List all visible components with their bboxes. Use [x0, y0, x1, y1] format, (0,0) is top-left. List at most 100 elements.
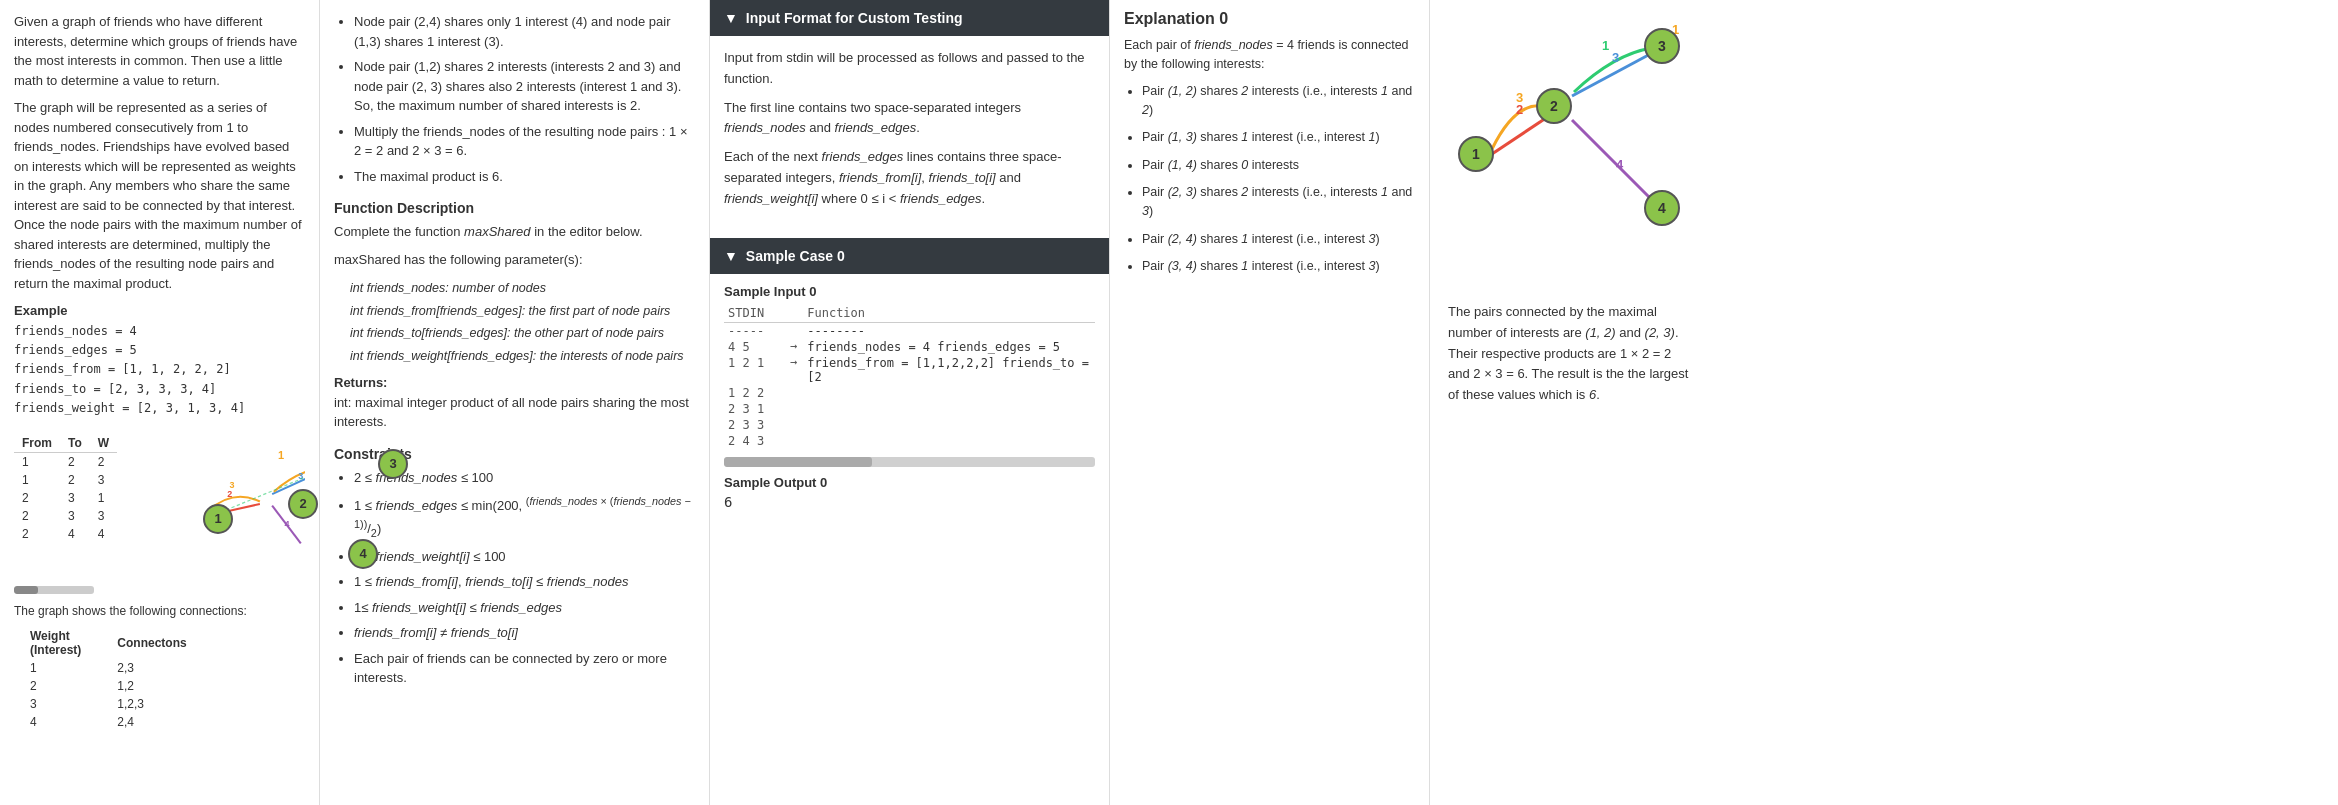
- sample-case-title: Sample Case 0: [746, 248, 845, 264]
- explanation-column: Explanation 0 Each pair of friends_nodes…: [1110, 0, 1430, 805]
- large-graph-node-2: 2: [1536, 88, 1572, 124]
- list-item: Pair (1, 3) shares 1 interest (i.e., int…: [1142, 128, 1415, 147]
- explanation-title: Explanation 0: [1110, 0, 1429, 36]
- weight-table: Weight(Interest) Connectons 12,3 21,2 31…: [14, 626, 203, 732]
- sample-triangle-icon: ▼: [724, 248, 738, 264]
- function-desc: Complete the function maxShared in the e…: [334, 222, 695, 242]
- list-item: 42,4: [16, 714, 201, 730]
- scroll-thumb[interactable]: [14, 586, 38, 594]
- input-format-body: Input from stdin will be processed as fo…: [710, 36, 1109, 230]
- table-row: 231: [14, 489, 117, 507]
- list-item: The maximal product is 6.: [354, 167, 695, 187]
- list-item: 1 ≤ friends_weight[i] ≤ 100: [354, 547, 695, 567]
- sample-output-title: Sample Output 0: [724, 475, 1095, 490]
- table-row: ----- --------: [724, 322, 1095, 339]
- list-item: Pair (2, 3) shares 2 interests (i.e., in…: [1142, 183, 1415, 222]
- example-code: friends_nodes = 4 friends_edges = 5 frie…: [14, 322, 305, 418]
- horizontal-scrollbar[interactable]: [724, 457, 1095, 467]
- list-item: Node pair (2,4) shares only 1 interest (…: [354, 12, 695, 51]
- svg-text:4: 4: [1616, 157, 1624, 172]
- table-row: 2 4 3: [724, 433, 1095, 449]
- input-format-column: ▼ Input Format for Custom Testing Input …: [710, 0, 1110, 805]
- param-1: int friends_nodes: number of nodes: [350, 277, 695, 300]
- params-block: int friends_nodes: number of nodes int f…: [334, 277, 695, 367]
- input-format-header: ▼ Input Format for Custom Testing: [710, 0, 1109, 36]
- param-2: int friends_from[friends_edges]: the fir…: [350, 300, 695, 323]
- list-item: 12,3: [16, 660, 201, 676]
- sample-case-header: ▼ Sample Case 0: [710, 238, 1109, 274]
- table-row: 1 2 1 → friends_from = [1,1,2,2,2] frien…: [724, 355, 1095, 385]
- svg-text:3: 3: [230, 480, 235, 490]
- sample-code-table: STDIN Function ----- -------- 4 5 → frie…: [724, 305, 1095, 449]
- table-row: 244: [14, 525, 117, 543]
- explanation-column: Node pair (2,4) shares only 1 interest (…: [320, 0, 710, 805]
- list-item: Pair (2, 4) shares 1 interest (i.e., int…: [1142, 230, 1415, 249]
- svg-text:3: 3: [1516, 90, 1523, 105]
- connections-title: The graph shows the following connection…: [14, 602, 305, 620]
- table-row: 1 2 2: [724, 385, 1095, 401]
- table-header-from: From: [14, 434, 60, 453]
- connections-table: From To W 122 123 231 233 244: [14, 434, 117, 543]
- table-row: 122: [14, 452, 117, 471]
- input-body-line-1: Input from stdin will be processed as fo…: [724, 48, 1095, 90]
- params-intro: maxShared has the following parameter(s)…: [334, 250, 695, 270]
- example-line-3: friends_from = [1, 1, 2, 2, 2]: [14, 360, 305, 379]
- example-line-2: friends_edges = 5: [14, 341, 305, 360]
- input-body-line-3: Each of the next friends_edges lines con…: [724, 147, 1095, 209]
- large-graph: 2 3 3 1 4 1 1 2 3 4: [1444, 14, 1694, 294]
- fn-header: Function: [803, 305, 1095, 323]
- triangle-icon: ▼: [724, 10, 738, 26]
- scrollbar-thumb[interactable]: [724, 457, 872, 467]
- list-item: 1 ≤ friends_edges ≤ min(200, (friends_no…: [354, 493, 695, 541]
- pairs-list: Pair (1, 2) shares 2 interests (i.e., in…: [1124, 82, 1415, 277]
- list-item: friends_from[i] ≠ friends_to[i]: [354, 623, 695, 643]
- list-item: Node pair (1,2) shares 2 interests (inte…: [354, 57, 695, 116]
- bullets-list: Node pair (2,4) shares only 1 interest (…: [334, 12, 695, 186]
- svg-text:1: 1: [1602, 38, 1609, 53]
- explanation-body: Each pair of friends_nodes = 4 friends i…: [1110, 36, 1429, 277]
- problem-statement-column: Given a graph of friends who have differ…: [0, 0, 320, 805]
- graph-node-2: 2: [288, 489, 318, 519]
- returns-block: Returns: int: maximal integer product of…: [334, 373, 695, 432]
- graph-node-3: 3: [378, 449, 408, 479]
- explanation-intro: Each pair of friends_nodes = 4 friends i…: [1124, 36, 1415, 74]
- table-row: 233: [14, 507, 117, 525]
- example-line-4: friends_to = [2, 3, 3, 3, 4]: [14, 380, 305, 399]
- svg-line-10: [1572, 120, 1654, 202]
- stdin-header: STDIN: [724, 305, 784, 323]
- table-header-row: STDIN Function: [724, 305, 1095, 323]
- svg-text:3: 3: [1612, 50, 1619, 65]
- graph-conclusion-column: 2 3 3 1 4 1 1 2 3 4 The pairs connected …: [1430, 0, 1710, 805]
- list-item: 21,2: [16, 678, 201, 694]
- small-graph: 2 3 3 4 1 2 3 4 1: [133, 434, 305, 574]
- list-item: 31,2,3: [16, 696, 201, 712]
- table-header-w: W: [90, 434, 117, 453]
- list-item: 1 ≤ friends_from[i], friends_to[i] ≤ fri…: [354, 572, 695, 592]
- conclusion-text: The pairs connected by the maximal numbe…: [1444, 302, 1696, 406]
- input-body-line-2: The first line contains two space-separa…: [724, 98, 1095, 140]
- list-item: Pair (1, 2) shares 2 interests (i.e., in…: [1142, 82, 1415, 121]
- list-item: Pair (3, 4) shares 1 interest (i.e., int…: [1142, 257, 1415, 276]
- svg-text:2: 2: [227, 489, 232, 499]
- input-format-title: Input Format for Custom Testing: [746, 10, 963, 26]
- large-graph-node-1: 1: [1458, 136, 1494, 172]
- constraints-list: 2 ≤ friends_nodes ≤ 100 1 ≤ friends_edge…: [334, 468, 695, 688]
- table-row: 2 3 1: [724, 401, 1095, 417]
- graph-node-4: 4: [348, 539, 378, 569]
- connections-header: Connectons: [103, 628, 200, 658]
- intro-text: Given a graph of friends who have differ…: [14, 12, 305, 90]
- table-row: 123: [14, 471, 117, 489]
- list-item: 1≤ friends_weight[i] ≤ friends_edges: [354, 598, 695, 618]
- sample-output-value: 6: [724, 494, 1095, 510]
- list-item: Each pair of friends can be connected by…: [354, 649, 695, 688]
- large-graph-node-3: 3: [1644, 28, 1680, 64]
- large-graph-node-4: 4: [1644, 190, 1680, 226]
- param-3: int friends_to[friends_edges]: the other…: [350, 322, 695, 345]
- sample-input-code: STDIN Function ----- -------- 4 5 → frie…: [724, 305, 1095, 449]
- weight-header: Weight(Interest): [16, 628, 101, 658]
- example-line-1: friends_nodes = 4: [14, 322, 305, 341]
- param-4: int friends_weight[friends_edges]: the i…: [350, 345, 695, 368]
- table-header-to: To: [60, 434, 90, 453]
- sample-input-title: Sample Input 0: [724, 284, 1095, 299]
- example-line-5: friends_weight = [2, 3, 1, 3, 4]: [14, 399, 305, 418]
